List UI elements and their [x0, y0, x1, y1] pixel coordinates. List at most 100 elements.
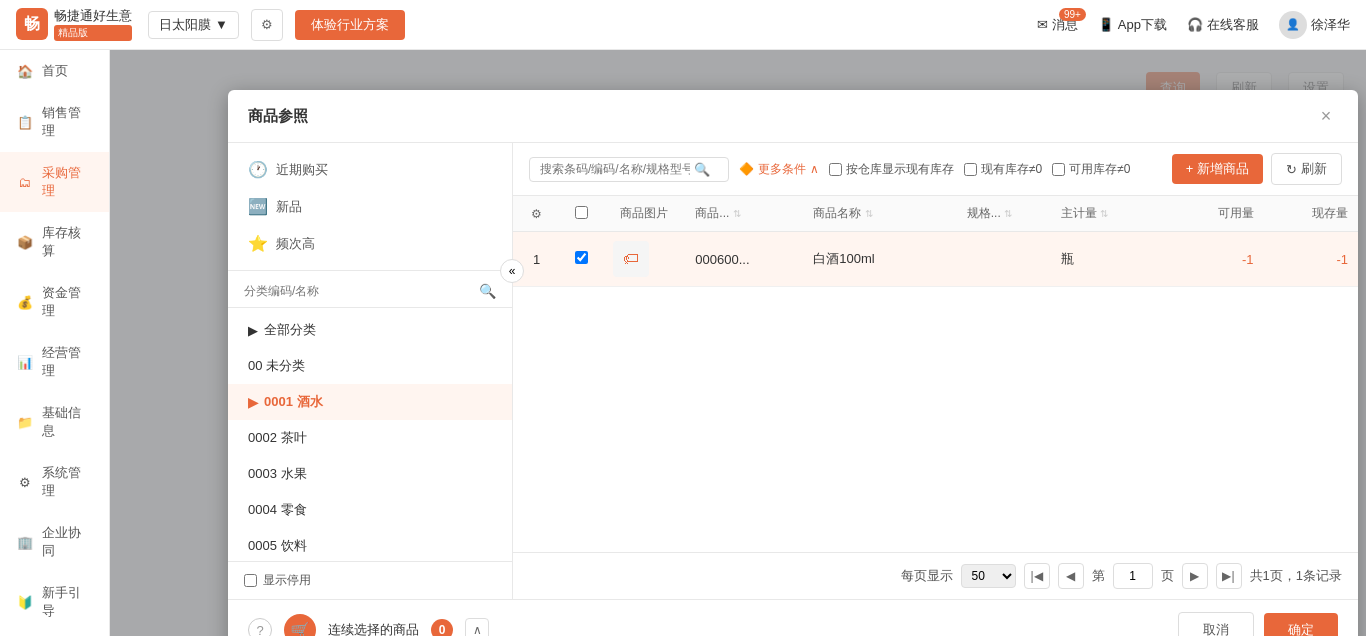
category-item-0002[interactable]: 0002 茶叶 — [228, 420, 512, 456]
finance-icon: 💰 — [16, 293, 34, 311]
sidebar-item-finance[interactable]: 💰 资金管理 — [0, 272, 109, 332]
col-unit[interactable]: 主计量 — [1051, 196, 1145, 232]
search-icon[interactable]: 🔍 — [694, 162, 710, 177]
modal-body: 🕐 近期购买 🆕 新品 ⭐ 频次高 — [228, 143, 1358, 599]
col-img: 商品图片 — [603, 196, 686, 232]
confirm-button[interactable]: 确定 — [1264, 613, 1338, 636]
sidebar-item-system[interactable]: ⚙ 系统管理 — [0, 452, 109, 512]
select-all-checkbox[interactable] — [575, 206, 588, 219]
modal-header: 商品参照 × — [228, 90, 1358, 143]
sidebar-item-enterprise[interactable]: 🏢 企业协同 — [0, 512, 109, 572]
show-disabled-checkbox[interactable] — [244, 574, 257, 587]
headset-icon: 🎧 — [1187, 17, 1203, 32]
pagination-bar: 每页显示 50 100 200 |◀ ◀ 第 页 ▶ ▶| 共1页，1 — [513, 552, 1358, 599]
settings-icon[interactable]: ⚙ — [251, 9, 283, 41]
modal-bottom-bar: ? 🛒 连续选择的商品 0 ∧ 取消 确定 — [228, 599, 1358, 636]
category-item-0004[interactable]: 0004 零食 — [228, 492, 512, 528]
cancel-button[interactable]: 取消 — [1178, 612, 1254, 636]
checkbox-nonzero-avail[interactable]: 可用库存≠0 — [1052, 161, 1130, 178]
user-avatar: 👤 — [1279, 11, 1307, 39]
row-img: 🏷 — [603, 232, 686, 287]
sidebar-item-sales[interactable]: 📋 销售管理 — [0, 92, 109, 152]
category-item-00[interactable]: 00 未分类 — [228, 348, 512, 384]
col-check — [560, 196, 602, 232]
cart-label: 连续选择的商品 — [328, 621, 419, 636]
modal-tab-frequent[interactable]: ⭐ 频次高 — [228, 225, 512, 262]
refresh-button[interactable]: ↻ 刷新 — [1271, 153, 1342, 185]
checkbox-warehouse-input[interactable] — [829, 163, 842, 176]
logo-icon: 畅 — [16, 8, 48, 40]
logo-badge: 精品版 — [54, 25, 132, 41]
modal-left-panel: 🕐 近期购买 🆕 新品 ⭐ 频次高 — [228, 143, 513, 599]
sidebar: 🏠 首页 📋 销售管理 🗂 采购管理 📦 库存核算 💰 资金管理 📊 经营管理 … — [0, 50, 110, 636]
sidebar-item-home[interactable]: 🏠 首页 — [0, 50, 109, 92]
category-item-all[interactable]: ▶ 全部分类 — [228, 312, 512, 348]
sidebar-item-guide[interactable]: 🔰 新手引导 — [0, 572, 109, 632]
page-label: 第 — [1092, 567, 1105, 585]
modal-tab-recent[interactable]: 🕐 近期购买 — [228, 151, 512, 188]
col-spec[interactable]: 规格... — [957, 196, 1051, 232]
col-name[interactable]: 商品名称 — [803, 196, 956, 232]
category-list: ▶ 全部分类 00 未分类 ▶ 0001 酒水 0002 茶叶 — [228, 308, 512, 561]
row-stock: -1 — [1264, 232, 1358, 287]
last-page-button[interactable]: ▶| — [1216, 563, 1242, 589]
nav-service[interactable]: 🎧 在线客服 — [1187, 16, 1259, 34]
add-product-button[interactable]: + 新增商品 — [1172, 154, 1263, 184]
product-image: 🏷 — [613, 241, 649, 277]
category-item-0001[interactable]: ▶ 0001 酒水 — [228, 384, 512, 420]
sidebar-item-inventory[interactable]: 📦 库存核算 — [0, 212, 109, 272]
next-page-button[interactable]: ▶ — [1182, 563, 1208, 589]
more-filter-button[interactable]: 🔶 更多条件 ∧ — [739, 161, 819, 178]
collapse-left-button[interactable]: « — [500, 259, 524, 283]
category-item-0003[interactable]: 0003 水果 — [228, 456, 512, 492]
row-avail: -1 — [1146, 232, 1264, 287]
page-input[interactable] — [1113, 563, 1153, 589]
cart-icon[interactable]: 🛒 — [284, 614, 316, 636]
try-industry-button[interactable]: 体验行业方案 — [295, 10, 405, 40]
modal-right-panel: 🔍 🔶 更多条件 ∧ 按仓库显示现有库存 — [513, 143, 1358, 599]
show-disabled-footer: 显示停用 — [228, 561, 512, 599]
show-disabled-label[interactable]: 显示停用 — [263, 572, 311, 589]
col-stock: 现存量 — [1264, 196, 1358, 232]
sidebar-item-operation[interactable]: 📊 经营管理 — [0, 332, 109, 392]
sidebar-item-purchase[interactable]: 🗂 采购管理 — [0, 152, 109, 212]
home-icon: 🏠 — [16, 62, 34, 80]
first-page-button[interactable]: |◀ — [1024, 563, 1050, 589]
sidebar-item-basic[interactable]: 📁 基础信息 — [0, 392, 109, 452]
col-code[interactable]: 商品... — [685, 196, 803, 232]
product-reference-modal: 商品参照 × 🕐 近期购买 🆕 新品 — [228, 90, 1358, 636]
arrow-icon: ▶ — [248, 323, 258, 338]
table-row[interactable]: 1 🏷 000600... — [513, 232, 1358, 287]
checkbox-nonzero-avail-input[interactable] — [1052, 163, 1065, 176]
nav-app-download[interactable]: 📱 App下载 — [1098, 16, 1167, 34]
row-name: 白酒100ml — [803, 232, 956, 287]
row-check[interactable] — [560, 232, 602, 287]
refresh-icon: ↻ — [1286, 162, 1297, 177]
search-icon[interactable]: 🔍 — [479, 283, 496, 299]
filter-icon: 🔶 — [739, 162, 754, 176]
modal-tab-new[interactable]: 🆕 新品 — [228, 188, 512, 225]
nav-message[interactable]: ✉ 消息 99+ — [1037, 16, 1078, 34]
main-layout: 🏠 首页 📋 销售管理 🗂 采购管理 📦 库存核算 💰 资金管理 📊 经营管理 … — [0, 50, 1366, 636]
category-item-0005[interactable]: 0005 饮料 — [228, 528, 512, 561]
nav-user[interactable]: 👤 徐泽华 — [1279, 11, 1350, 39]
store-select[interactable]: 日太阳膜 ▼ — [148, 11, 239, 39]
checkbox-nonzero-stock-input[interactable] — [964, 163, 977, 176]
checkbox-warehouse[interactable]: 按仓库显示现有库存 — [829, 161, 954, 178]
message-icon: ✉ — [1037, 17, 1048, 32]
category-search-input[interactable] — [244, 284, 473, 298]
col-settings[interactable]: ⚙ — [513, 196, 560, 232]
modal-title: 商品参照 — [248, 107, 308, 126]
help-icon[interactable]: ? — [248, 618, 272, 636]
content-area: 查询 刷新 设置 商品参照 × 🕐 — [110, 50, 1366, 636]
page-size-select[interactable]: 50 100 200 — [961, 564, 1016, 588]
sidebar-item-appcenter[interactable]: 📱 应用中心 — [0, 632, 109, 636]
prev-page-button[interactable]: ◀ — [1058, 563, 1084, 589]
checkbox-nonzero-stock[interactable]: 现有库存≠0 — [964, 161, 1042, 178]
arrow-icon-active: ▶ — [248, 395, 258, 410]
modal-close-button[interactable]: × — [1314, 104, 1338, 128]
page-size-label: 每页显示 — [901, 567, 953, 585]
product-search-input[interactable] — [540, 162, 690, 176]
toolbar-right: + 新增商品 ↻ 刷新 — [1172, 153, 1342, 185]
collapse-cart-button[interactable]: ∧ — [465, 618, 489, 636]
